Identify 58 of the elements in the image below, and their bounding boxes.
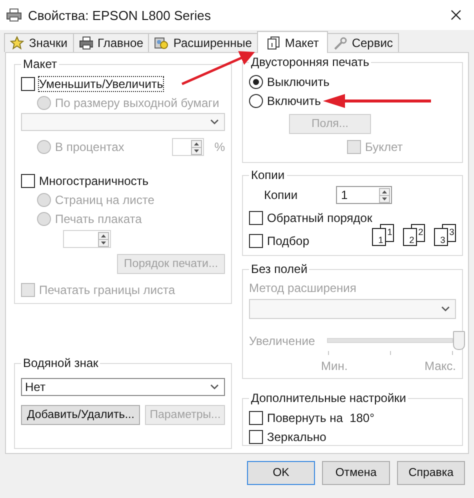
- field-label: Метод расширения: [249, 281, 358, 296]
- checkbox-label[interactable]: Повернуть на 180°: [267, 410, 374, 424]
- tab[interactable]: Расширенные: [148, 33, 258, 52]
- tab[interactable]: Значки: [4, 33, 74, 52]
- group-title: Без полей: [250, 262, 308, 276]
- page-number: 2: [418, 228, 424, 236]
- unit-label: %: [214, 140, 225, 154]
- window-title: Свойства: EPSON L800 Series: [28, 8, 212, 22]
- pages-icon: [266, 36, 280, 50]
- group-title: Дополнительные настройки: [250, 391, 408, 405]
- checkbox[interactable]: [249, 410, 263, 424]
- radio-label[interactable]: Включить: [267, 94, 321, 108]
- spin-field[interactable]: 1: [336, 186, 392, 204]
- checkbox-label[interactable]: Подбор: [267, 234, 310, 248]
- tab[interactable]: Главное: [72, 33, 150, 52]
- checkbox[interactable]: [21, 76, 35, 90]
- wrench-icon: [332, 36, 347, 50]
- checkbox[interactable]: [249, 430, 263, 444]
- page-number: 2: [409, 236, 414, 244]
- checkbox-label[interactable]: Зеркально: [267, 430, 326, 444]
- ok-button[interactable]: OK: [247, 461, 315, 485]
- group-title: Двусторонняя печать: [250, 55, 370, 69]
- radio-button[interactable]: [249, 74, 263, 88]
- checkbox-label[interactable]: Многостраничность: [39, 174, 149, 188]
- spin-arrows-icon: [379, 188, 390, 202]
- max-label: Макс.: [424, 358, 456, 372]
- dialog-button[interactable]: Справка: [397, 461, 465, 485]
- printer-icon: [6, 8, 22, 22]
- dropdown[interactable]: Нет: [21, 378, 225, 396]
- spin-arrows-icon: [191, 140, 202, 154]
- page-number: 3: [449, 228, 454, 236]
- dialog-button[interactable]: Отмена: [322, 461, 390, 485]
- chevron-down-icon: [210, 384, 219, 390]
- checkbox[interactable]: [21, 174, 35, 188]
- slider-label: Увеличение: [249, 334, 316, 348]
- printer-icon: [78, 36, 92, 50]
- checkbox[interactable]: [249, 234, 263, 248]
- radio-label[interactable]: Выключить: [267, 74, 330, 88]
- close-icon: [451, 10, 461, 20]
- page-number: 1: [387, 228, 392, 236]
- checkbox-label[interactable]: Обратный порядок: [267, 210, 372, 224]
- chevron-down-icon: [441, 306, 450, 312]
- page-number: 1: [378, 236, 384, 244]
- radio-button[interactable]: [249, 94, 263, 108]
- chevron-down-icon: [210, 119, 219, 125]
- checkbox-label[interactable]: Уменьшить/Увеличить: [39, 76, 164, 90]
- page-number: 3: [440, 236, 446, 244]
- tab[interactable]: Сервис: [326, 33, 399, 52]
- spin-arrows-icon: [98, 232, 109, 246]
- min-label: Мин.: [321, 358, 348, 372]
- dialog-button[interactable]: Добавить/Удалить...: [21, 405, 140, 425]
- group-title: Макет: [22, 57, 58, 71]
- tab[interactable]: Макет: [256, 31, 328, 53]
- checkbox[interactable]: [249, 210, 263, 224]
- group-title: Водяной знак: [22, 356, 100, 370]
- field-label: Копии: [263, 188, 299, 202]
- star-icon: [10, 36, 24, 50]
- group-title: Копии: [250, 168, 286, 182]
